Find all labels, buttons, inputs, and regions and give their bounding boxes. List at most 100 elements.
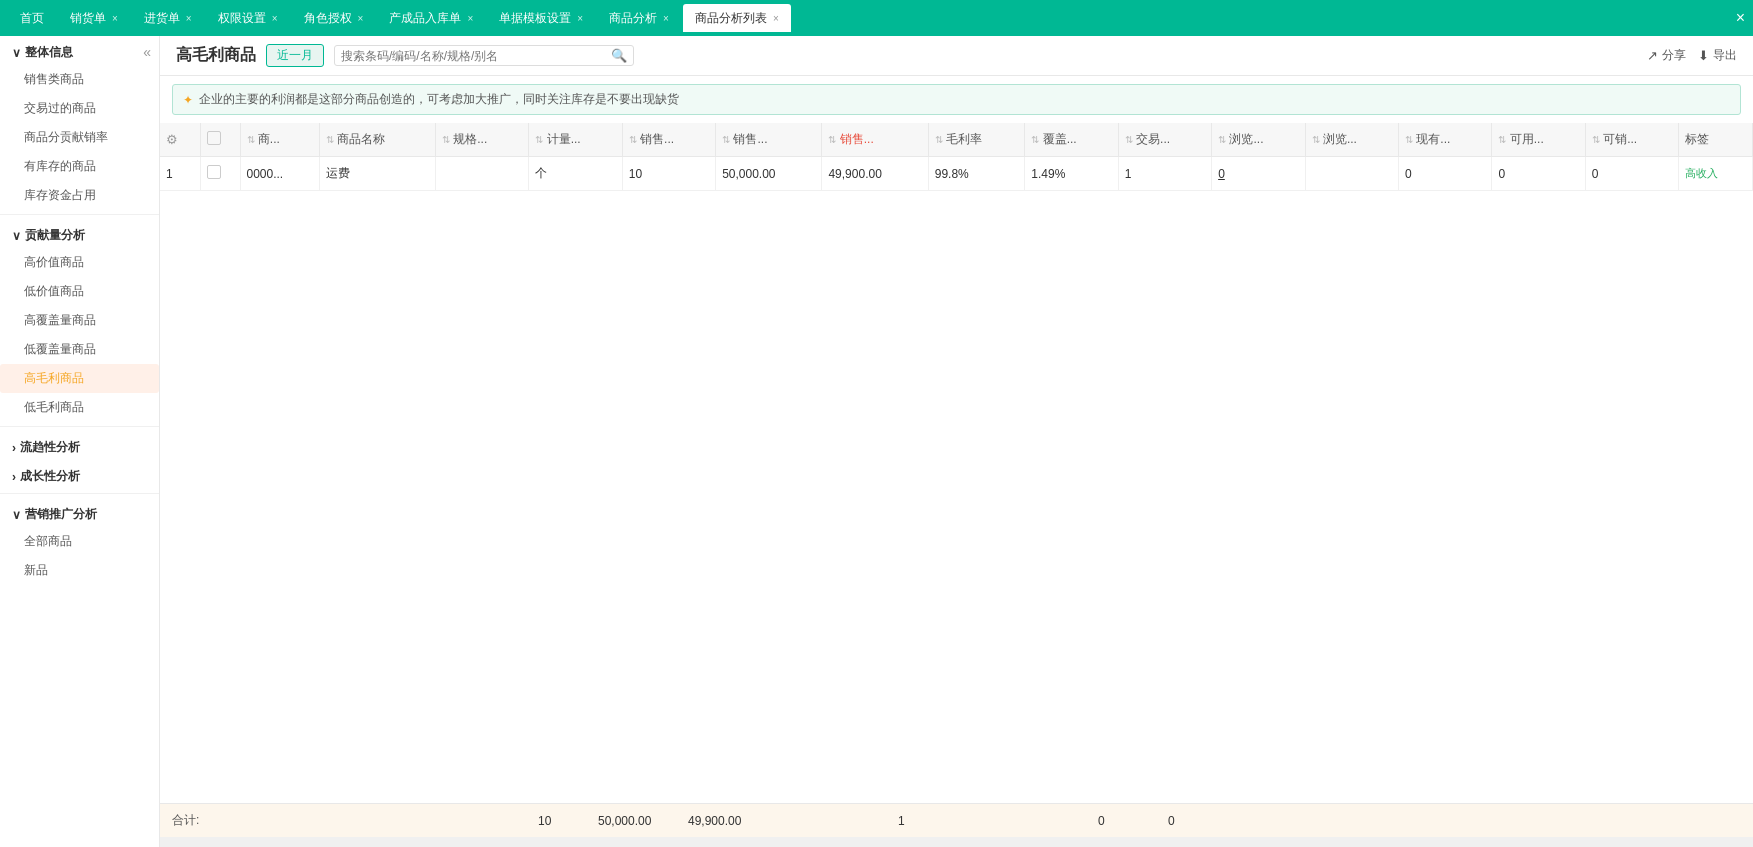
horizontal-scrollbar[interactable] xyxy=(160,837,1753,847)
sidebar-item-low-margin[interactable]: 低毛利商品 xyxy=(0,393,159,422)
col-unit[interactable]: ⇅ 计量... xyxy=(529,123,622,157)
sidebar-item-contribution-rate[interactable]: 商品分贡献销率 xyxy=(0,123,159,152)
nav-tab-purchase[interactable]: 进货单 × xyxy=(132,4,204,32)
share-button[interactable]: ↗ 分享 xyxy=(1647,47,1686,64)
close-icon[interactable]: × xyxy=(358,13,364,24)
footer-label: 合计: xyxy=(172,812,252,829)
row-name[interactable]: 运费 xyxy=(320,157,436,191)
export-button[interactable]: ⬇ 导出 xyxy=(1698,47,1737,64)
col-sale-qty[interactable]: ⇅ 销售... xyxy=(622,123,715,157)
footer-current-stock: 0 xyxy=(1092,814,1162,828)
sidebar-group-overall[interactable]: ∨ 整体信息 xyxy=(0,36,159,65)
row-checkbox[interactable] xyxy=(200,157,240,191)
filter-month-button[interactable]: 近一月 xyxy=(266,44,324,67)
row-gross-margin: 99.8% xyxy=(928,157,1025,191)
row-saleable: 0 xyxy=(1585,157,1678,191)
sidebar-item-all-goods[interactable]: 全部商品 xyxy=(0,527,159,556)
col-browse1[interactable]: ⇅ 浏览... xyxy=(1212,123,1305,157)
row-browse2 xyxy=(1305,157,1398,191)
search-input[interactable] xyxy=(341,49,607,63)
sidebar-item-low-coverage[interactable]: 低覆盖量商品 xyxy=(0,335,159,364)
sidebar-item-high-margin[interactable]: 高毛利商品 xyxy=(0,364,159,393)
close-all-tabs-button[interactable]: × xyxy=(1736,9,1745,27)
export-icon: ⬇ xyxy=(1698,48,1709,63)
share-icon: ↗ xyxy=(1647,48,1658,63)
row-index: 1 xyxy=(160,157,200,191)
data-table: ⚙ ⇅ 商... ⇅ 商品名称 xyxy=(160,123,1753,191)
close-icon[interactable]: × xyxy=(272,13,278,24)
footer-sale-qty: 10 xyxy=(532,814,592,828)
col-code[interactable]: ⇅ 商... xyxy=(240,123,320,157)
col-name[interactable]: ⇅ 商品名称 xyxy=(320,123,436,157)
search-icon[interactable]: 🔍 xyxy=(611,48,627,63)
close-icon[interactable]: × xyxy=(112,13,118,24)
page-title: 高毛利商品 xyxy=(176,45,256,66)
nav-tab-analysis[interactable]: 商品分析 × xyxy=(597,4,681,32)
select-all-checkbox[interactable] xyxy=(207,131,221,145)
row-code[interactable]: 0000... xyxy=(240,157,320,191)
row-sale-qty: 10 xyxy=(622,157,715,191)
col-available[interactable]: ⇅ 可用... xyxy=(1492,123,1585,157)
sidebar-item-high-value[interactable]: 高价值商品 xyxy=(0,248,159,277)
nav-tab-template[interactable]: 单据模板设置 × xyxy=(487,4,595,32)
sidebar-item-traded-goods[interactable]: 交易过的商品 xyxy=(0,94,159,123)
close-icon[interactable]: × xyxy=(467,13,473,24)
content-area: 高毛利商品 近一月 🔍 ↗ 分享 ⬇ 导出 ✦ 企业的主要的利润都是这部分商品创… xyxy=(160,36,1753,847)
footer-sale-cost: 49,900.00 xyxy=(682,814,772,828)
nav-tab-product-in[interactable]: 产成品入库单 × xyxy=(377,4,485,32)
sidebar-collapse-button[interactable]: « xyxy=(143,44,151,60)
close-icon[interactable]: × xyxy=(663,13,669,24)
sidebar-item-stocked-goods[interactable]: 有库存的商品 xyxy=(0,152,159,181)
row-browse1[interactable]: 0 xyxy=(1212,157,1305,191)
sidebar-group-growth[interactable]: › 成长性分析 xyxy=(0,460,159,489)
info-icon: ✦ xyxy=(183,93,193,107)
nav-tab-sales[interactable]: 销货单 × xyxy=(58,4,130,32)
col-sale-amount[interactable]: ⇅ 销售... xyxy=(716,123,822,157)
settings-icon[interactable]: ⚙ xyxy=(166,132,178,147)
col-sale-cost[interactable]: ⇅ 销售... xyxy=(822,123,928,157)
table-footer: 合计: 10 50,000.00 49,900.00 1 0 0 xyxy=(160,803,1753,837)
row-spec xyxy=(435,157,528,191)
sidebar-item-sales-goods[interactable]: 销售类商品 xyxy=(0,65,159,94)
footer-trade: 1 xyxy=(892,814,972,828)
sidebar-item-low-value[interactable]: 低价值商品 xyxy=(0,277,159,306)
col-spec[interactable]: ⇅ 规格... xyxy=(435,123,528,157)
row-sale-amount: 50,000.00 xyxy=(716,157,822,191)
close-icon[interactable]: × xyxy=(186,13,192,24)
footer-available: 0 xyxy=(1162,814,1232,828)
sidebar-item-new-goods[interactable]: 新品 xyxy=(0,556,159,585)
sidebar-item-stock-capital[interactable]: 库存资金占用 xyxy=(0,181,159,210)
sidebar-group-marketing[interactable]: ∨ 营销推广分析 xyxy=(0,498,159,527)
nav-tab-analysis-list[interactable]: 商品分析列表 × xyxy=(683,4,791,32)
close-icon[interactable]: × xyxy=(577,13,583,24)
footer-cells: 10 50,000.00 49,900.00 1 0 0 xyxy=(252,814,1741,828)
col-gross-margin[interactable]: ⇅ 毛利率 xyxy=(928,123,1025,157)
col-saleable[interactable]: ⇅ 可销... xyxy=(1585,123,1678,157)
sidebar-group-contribution[interactable]: ∨ 贡献量分析 xyxy=(0,219,159,248)
row-sale-cost: 49,900.00 xyxy=(822,157,928,191)
close-icon[interactable]: × xyxy=(773,13,779,24)
col-checkbox xyxy=(200,123,240,157)
sidebar-group-trend[interactable]: › 流趋性分析 xyxy=(0,431,159,460)
col-current-stock[interactable]: ⇅ 现有... xyxy=(1398,123,1491,157)
col-trade[interactable]: ⇅ 交易... xyxy=(1118,123,1211,157)
main-layout: « ∨ 整体信息 销售类商品 交易过的商品 商品分贡献销率 有库存的商品 库存资… xyxy=(0,36,1753,847)
col-coverage[interactable]: ⇅ 覆盖... xyxy=(1025,123,1118,157)
row-tag: 高收入 xyxy=(1679,157,1753,191)
col-tag[interactable]: 标签 xyxy=(1679,123,1753,157)
search-box: 🔍 xyxy=(334,45,634,66)
sidebar-item-high-coverage[interactable]: 高覆盖量商品 xyxy=(0,306,159,335)
row-available: 0 xyxy=(1492,157,1585,191)
col-browse2[interactable]: ⇅ 浏览... xyxy=(1305,123,1398,157)
row-trade: 1 xyxy=(1118,157,1211,191)
row-unit: 个 xyxy=(529,157,622,191)
nav-tab-home[interactable]: 首页 xyxy=(8,4,56,32)
info-banner: ✦ 企业的主要的利润都是这部分商品创造的，可考虑加大推广，同时关注库存是不要出现… xyxy=(172,84,1741,115)
header-right: ↗ 分享 ⬇ 导出 xyxy=(1647,47,1737,64)
table-container[interactable]: ⚙ ⇅ 商... ⇅ 商品名称 xyxy=(160,123,1753,803)
nav-tab-role[interactable]: 角色授权 × xyxy=(292,4,376,32)
col-settings[interactable]: ⚙ xyxy=(160,123,200,157)
row-current-stock: 0 xyxy=(1398,157,1491,191)
table-row: 1 0000... 运费 个 xyxy=(160,157,1753,191)
nav-tab-permission[interactable]: 权限设置 × xyxy=(206,4,290,32)
